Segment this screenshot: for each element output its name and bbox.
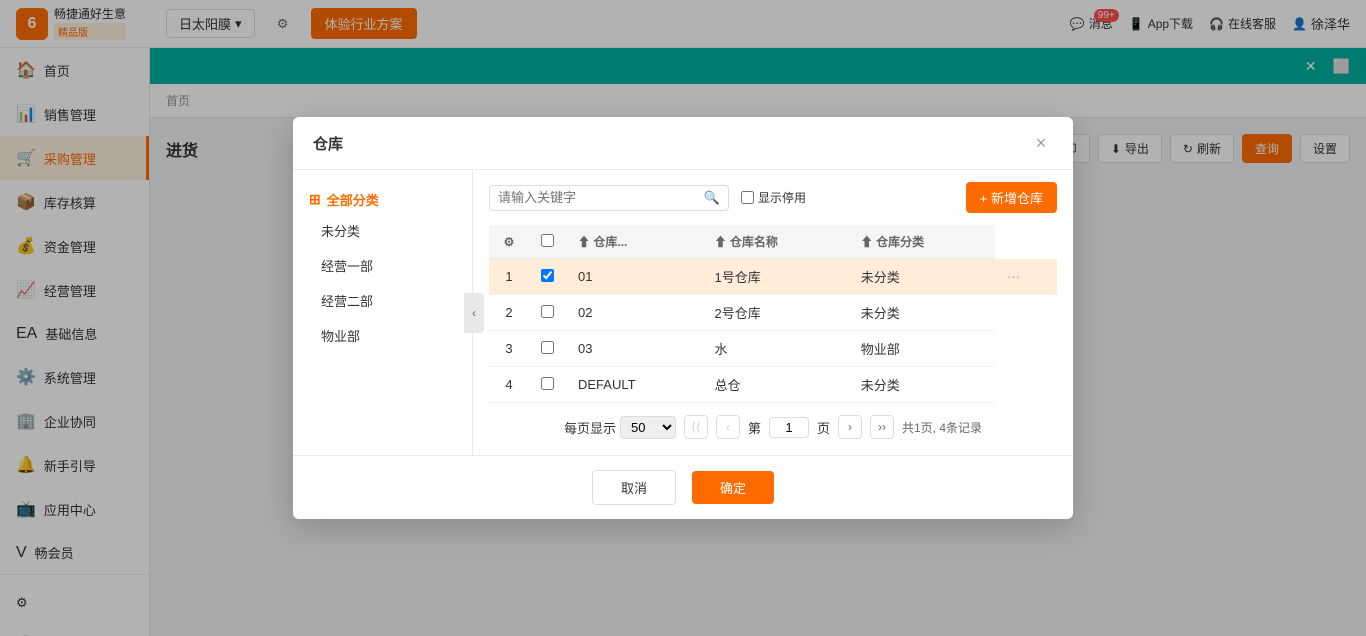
modal-close-btn[interactable]: × bbox=[1029, 131, 1053, 155]
row-category: 未分类 bbox=[849, 259, 995, 295]
last-page-btn[interactable]: ›› bbox=[870, 415, 894, 439]
show-disabled-checkbox[interactable] bbox=[741, 191, 754, 204]
modal-body: ⊞ 全部分类 未分类经营一部经营二部物业部 ‹ 🔍 显示停用 bbox=[293, 170, 1073, 455]
table-toolbar: 🔍 显示停用 + 新增仓库 bbox=[489, 182, 1057, 213]
col-name: ⬆ 仓库名称 bbox=[703, 225, 849, 259]
row-checkbox-cell bbox=[529, 367, 566, 403]
sort-icon-name: ⬆ bbox=[715, 235, 727, 249]
row-checkbox-cell bbox=[529, 331, 566, 367]
table-container: ⚙ ⬆ 仓库... ⬆ 仓库名称 bbox=[489, 225, 1057, 403]
warehouse-modal: 仓库 × ⊞ 全部分类 未分类经营一部经营二部物业部 ‹ 🔍 bbox=[293, 117, 1073, 519]
row-name: 2号仓库 bbox=[703, 295, 849, 331]
row-code: DEFAULT bbox=[566, 367, 703, 403]
col-gear: ⚙ bbox=[489, 225, 529, 259]
category-item-0[interactable]: 未分类 bbox=[293, 213, 472, 248]
row-checkbox[interactable] bbox=[541, 305, 554, 318]
row-num: 3 bbox=[489, 331, 529, 367]
table-panel: 🔍 显示停用 + 新增仓库 ⚙ bbox=[473, 170, 1073, 455]
row-name: 水 bbox=[703, 331, 849, 367]
col-checkbox bbox=[529, 225, 566, 259]
grid-icon: ⊞ bbox=[309, 191, 321, 208]
cancel-btn[interactable]: 取消 bbox=[592, 470, 676, 505]
row-checkbox-cell bbox=[529, 295, 566, 331]
category-panel: ⊞ 全部分类 未分类经营一部经营二部物业部 ‹ bbox=[293, 170, 473, 455]
modal-header: 仓库 × bbox=[293, 117, 1073, 170]
page-number-input[interactable] bbox=[769, 417, 809, 438]
page-size-label: 每页显示 bbox=[564, 418, 616, 437]
category-item-3[interactable]: 物业部 bbox=[293, 318, 472, 353]
row-num: 2 bbox=[489, 295, 529, 331]
category-item-2[interactable]: 经营二部 bbox=[293, 283, 472, 318]
table-row[interactable]: 2 022号仓库未分类 bbox=[489, 295, 1057, 331]
table-row[interactable]: 1 011号仓库未分类··· bbox=[489, 259, 1057, 295]
row-name: 总仓 bbox=[703, 367, 849, 403]
show-disabled: 显示停用 bbox=[741, 189, 806, 206]
select-all-checkbox[interactable] bbox=[541, 234, 554, 247]
search-box: 🔍 bbox=[489, 185, 729, 211]
page-label: 第 bbox=[748, 418, 761, 437]
row-num: 1 bbox=[489, 259, 529, 295]
total-info: 共1页, 4条记录 bbox=[902, 419, 982, 436]
show-disabled-label: 显示停用 bbox=[758, 189, 806, 206]
sort-icon-cat: ⬆ bbox=[861, 235, 873, 249]
table-row[interactable]: 3 03水物业部 bbox=[489, 331, 1057, 367]
page-label2: 页 bbox=[817, 418, 830, 437]
warehouse-table: ⚙ ⬆ 仓库... ⬆ 仓库名称 bbox=[489, 225, 1057, 403]
first-page-btn[interactable]: ⟨⟨ bbox=[684, 415, 708, 439]
row-category: 未分类 bbox=[849, 295, 995, 331]
table-row[interactable]: 4 DEFAULT总仓未分类 bbox=[489, 367, 1057, 403]
page-size-dropdown[interactable]: 102050100 bbox=[620, 416, 676, 439]
collapse-panel-btn[interactable]: ‹ bbox=[464, 293, 484, 333]
table-head: ⚙ ⬆ 仓库... ⬆ 仓库名称 bbox=[489, 225, 1057, 259]
category-all-label: 全部分类 bbox=[327, 190, 379, 209]
search-input[interactable] bbox=[498, 190, 704, 205]
row-category: 未分类 bbox=[849, 367, 995, 403]
row-checkbox[interactable] bbox=[541, 377, 554, 390]
col-code: ⬆ 仓库... bbox=[566, 225, 703, 259]
row-checkbox[interactable] bbox=[541, 269, 554, 282]
modal-footer: 取消 确定 bbox=[293, 455, 1073, 519]
confirm-btn[interactable]: 确定 bbox=[692, 471, 774, 504]
table-body: 1011号仓库未分类···2022号仓库未分类303水物业部4DEFAULT总仓… bbox=[489, 259, 1057, 403]
category-all[interactable]: ⊞ 全部分类 bbox=[293, 182, 472, 213]
add-warehouse-btn[interactable]: + 新增仓库 bbox=[966, 182, 1057, 213]
row-code: 03 bbox=[566, 331, 703, 367]
row-name: 1号仓库 bbox=[703, 259, 849, 295]
row-checkbox[interactable] bbox=[541, 341, 554, 354]
sort-icon: ⬆ bbox=[578, 235, 590, 249]
col-category: ⬆ 仓库分类 bbox=[849, 225, 995, 259]
row-category: 物业部 bbox=[849, 331, 995, 367]
modal-overlay: 仓库 × ⊞ 全部分类 未分类经营一部经营二部物业部 ‹ 🔍 bbox=[0, 0, 1366, 636]
row-num: 4 bbox=[489, 367, 529, 403]
category-item-1[interactable]: 经营一部 bbox=[293, 248, 472, 283]
row-code: 01 bbox=[566, 259, 703, 295]
search-icon[interactable]: 🔍 bbox=[704, 190, 720, 206]
prev-page-btn[interactable]: ‹ bbox=[716, 415, 740, 439]
pagination: 每页显示 102050100 ⟨⟨ ‹ 第 页 › ›› 共1页, 4条记录 bbox=[489, 403, 1057, 443]
row-code: 02 bbox=[566, 295, 703, 331]
row-checkbox-cell bbox=[529, 259, 566, 295]
next-page-btn[interactable]: › bbox=[838, 415, 862, 439]
page-size-select: 每页显示 102050100 bbox=[564, 416, 676, 439]
row-actions[interactable]: ··· bbox=[995, 259, 1057, 295]
modal-title: 仓库 bbox=[313, 133, 343, 154]
